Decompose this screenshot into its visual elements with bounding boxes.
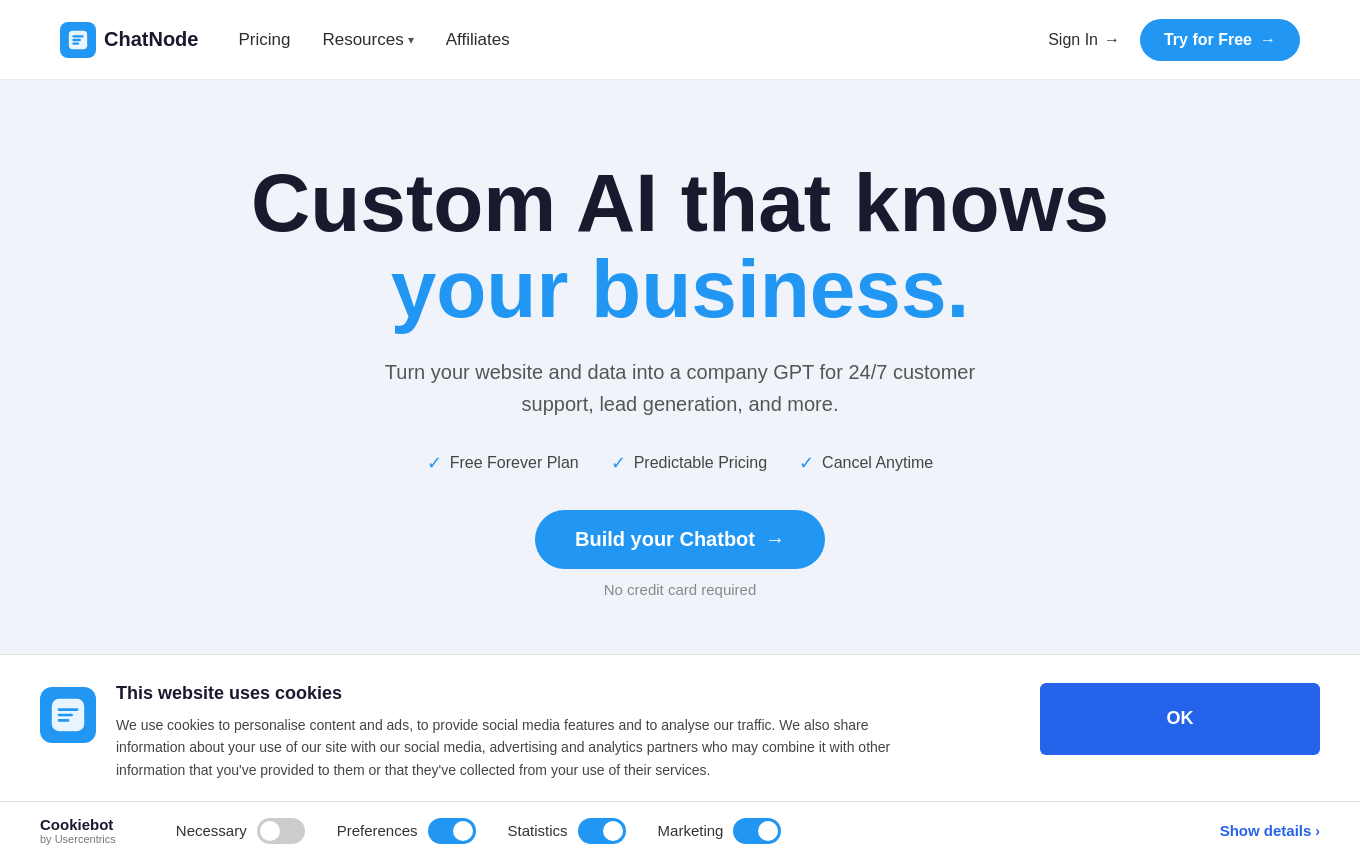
logo-text: ChatNode [104,28,198,51]
no-credit-text: No credit card required [604,581,757,598]
preferences-label: Preferences [337,822,418,839]
show-details-link[interactable]: Show details › [1220,822,1320,839]
badge-free-forever: ✓ Free Forever Plan [427,452,579,474]
hero-subtitle: Turn your website and data into a compan… [380,356,980,420]
nav-resources[interactable]: Resources ▾ [322,30,413,50]
nav-affiliates[interactable]: Affiliates [446,30,510,50]
try-free-button[interactable]: Try for Free → [1140,19,1300,61]
cookie-main: This website uses cookies We use cookies… [0,655,1360,801]
arrow-icon: → [1260,31,1276,49]
hero-section: Custom AI that knows your business. Turn… [0,80,1360,658]
statistics-label: Statistics [508,822,568,839]
control-necessary: Necessary [176,818,305,844]
cookiebot-name: Cookiebot [40,816,113,833]
control-statistics: Statistics [508,818,626,844]
navbar-right: Sign In → Try for Free → [1048,19,1300,61]
nav-links: Pricing Resources ▾ Affiliates [238,30,509,50]
ok-button[interactable]: OK [1040,683,1320,755]
resources-chevron-icon: ▾ [408,33,414,47]
chevron-right-icon: › [1315,823,1320,839]
check-icon-1: ✓ [427,452,442,474]
sign-in-button[interactable]: Sign In → [1048,31,1120,49]
control-preferences: Preferences [337,818,476,844]
necessary-toggle[interactable] [257,818,305,844]
badge-predictable: ✓ Predictable Pricing [611,452,767,474]
control-marketing: Marketing [658,818,782,844]
hero-badges: ✓ Free Forever Plan ✓ Predictable Pricin… [427,452,934,474]
statistics-toggle[interactable] [578,818,626,844]
build-chatbot-button[interactable]: Build your Chatbot → [535,510,825,569]
cookiebot-brand: Cookiebot by Usercentrics [40,816,116,845]
cookie-banner: This website uses cookies We use cookies… [0,654,1360,859]
hero-title-line2: your business. [251,246,1109,332]
check-icon-3: ✓ [799,452,814,474]
cookie-controls: Necessary Preferences Statistics Marketi… [176,818,1320,844]
arrow-right-icon: → [1104,31,1120,49]
hero-title-line1: Custom AI that knows [251,160,1109,246]
necessary-label: Necessary [176,822,247,839]
navbar-left: ChatNode Pricing Resources ▾ Affiliates [60,22,510,58]
hero-title: Custom AI that knows your business. [251,160,1109,332]
navbar: ChatNode Pricing Resources ▾ Affiliates … [0,0,1360,80]
nav-pricing[interactable]: Pricing [238,30,290,50]
check-icon-2: ✓ [611,452,626,474]
cookie-logo-icon [40,687,96,743]
badge-cancel: ✓ Cancel Anytime [799,452,933,474]
cookie-text-block: This website uses cookies We use cookies… [116,683,896,781]
preferences-toggle[interactable] [428,818,476,844]
logo-icon [60,22,96,58]
cookiebot-sub: by Usercentrics [40,833,116,845]
marketing-label: Marketing [658,822,724,839]
cookie-footer: Cookiebot by Usercentrics Necessary Pref… [0,801,1360,859]
cookie-left: This website uses cookies We use cookies… [40,683,1000,781]
marketing-toggle[interactable] [733,818,781,844]
cookie-description: We use cookies to personalise content an… [116,714,896,781]
arrow-cta-icon: → [765,528,785,551]
logo[interactable]: ChatNode [60,22,198,58]
cookie-title: This website uses cookies [116,683,896,704]
